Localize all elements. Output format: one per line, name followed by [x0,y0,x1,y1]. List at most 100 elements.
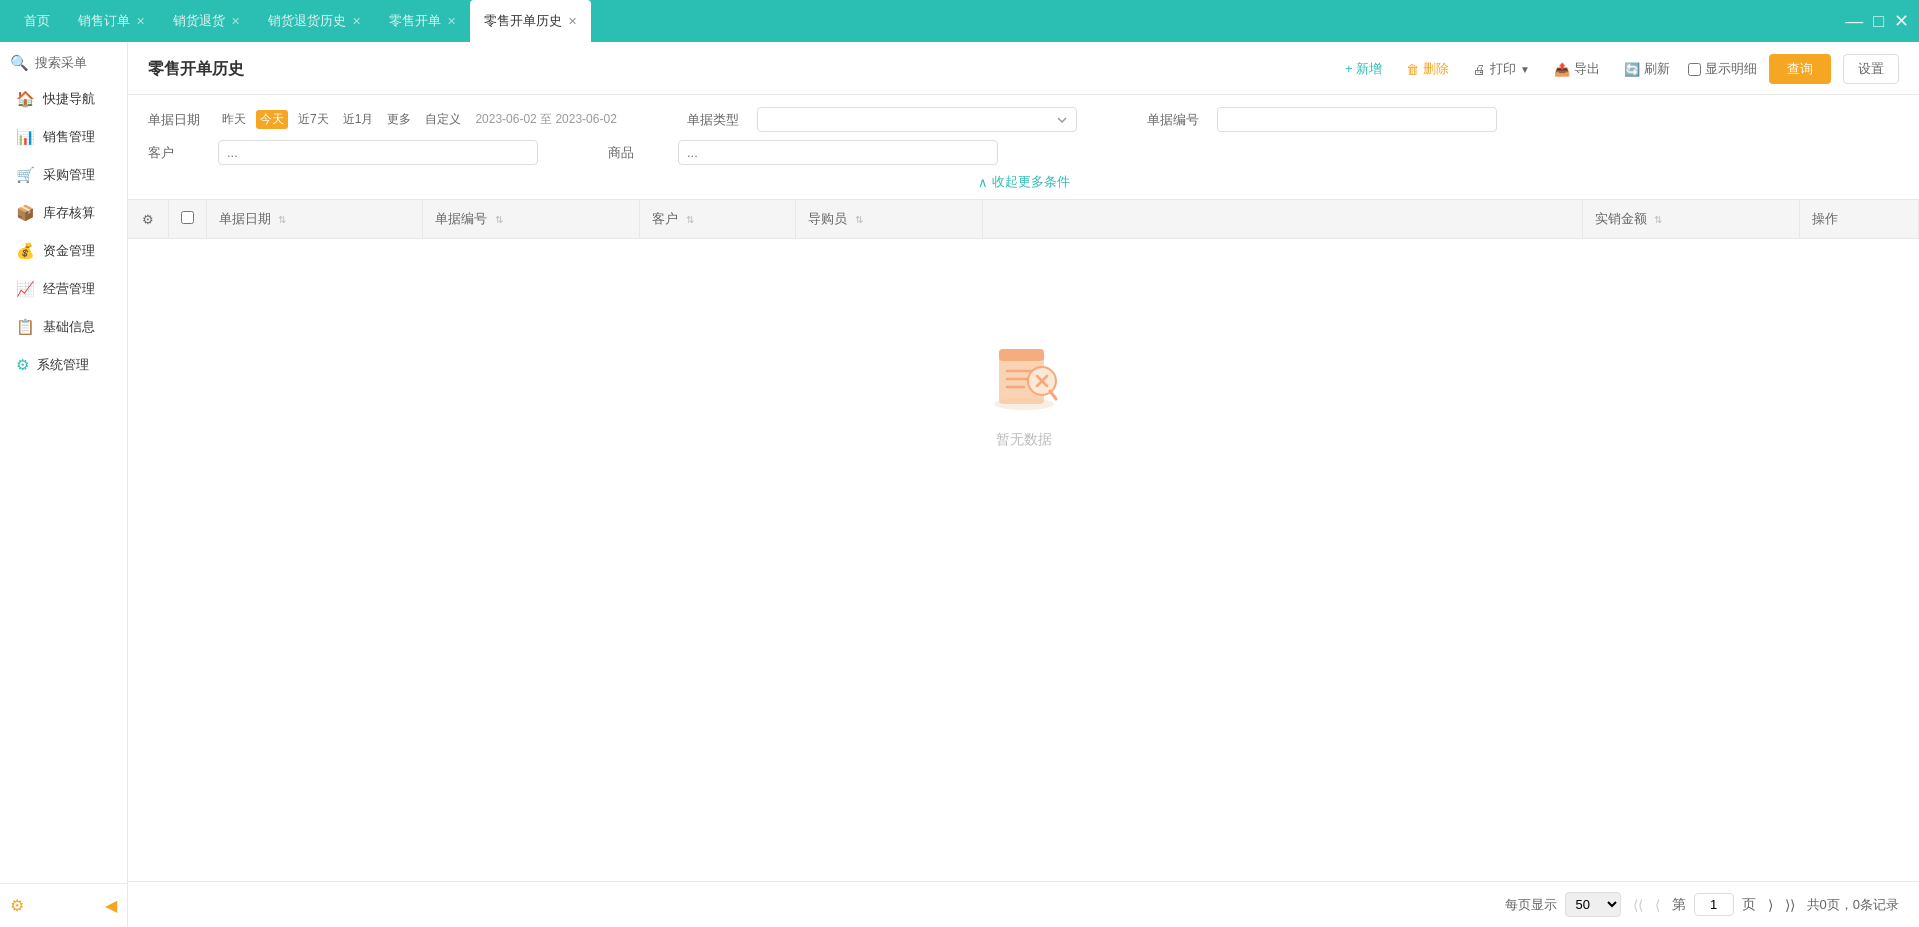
number-input[interactable] [1217,107,1497,132]
refresh-button[interactable]: 🔄 刷新 [1618,56,1676,82]
info-icon: 📋 [16,318,35,336]
export-button[interactable]: 📤 导出 [1548,56,1606,82]
page-header: 零售开单历史 + 新增 🗑 删除 🖨 打印 ▼ 📤 导出 [128,42,1919,95]
sidebar-item-basic-info[interactable]: 📋 基础信息 [0,308,127,346]
filter-area: 单据日期 昨天 今天 近7天 近1月 更多 自定义 2023-06-02 至 2… [128,95,1919,200]
th-amount: 实销金额 ⇅ [1582,200,1799,239]
settings-icon[interactable]: ⚙ [10,896,24,915]
tab-bar: 首页 销售订单 ✕ 销货退货 ✕ 销货退货历史 ✕ 零售开单 ✕ 零售开单历史 … [0,0,1919,42]
prev-page-btn[interactable]: ⟨ [1651,895,1664,915]
sidebar-item-system[interactable]: ⚙ 系统管理 [0,346,127,384]
collapse-icon[interactable]: ◀ [105,896,117,915]
sidebar-search[interactable]: 🔍 搜索采单 [0,42,127,80]
last-page-btn[interactable]: ⟩⟩ [1781,895,1799,915]
shortcut-today[interactable]: 今天 [256,110,288,129]
th-action-label: 操作 [1812,211,1838,226]
delete-icon: 🗑 [1406,62,1419,77]
operation-icon: 📈 [16,280,35,298]
sidebar-footer: ⚙ ◀ [0,883,127,927]
per-page-label: 每页显示 [1505,896,1557,914]
show-detail-toggle[interactable]: 显示明细 [1688,60,1757,78]
th-action: 操作 [1799,200,1918,239]
main-layout: 🔍 搜索采单 🏠 快捷导航 📊 销售管理 🛒 采购管理 📦 库存核算 💰 资金管… [0,42,1919,927]
minimize-btn[interactable]: — [1845,11,1863,32]
refresh-icon: 🔄 [1624,62,1640,77]
close-btn[interactable]: ✕ [1894,10,1909,32]
type-select[interactable] [757,107,1077,132]
sidebar-item-inventory[interactable]: 📦 库存核算 [0,194,127,232]
per-page-select[interactable]: 50 20 100 [1565,892,1621,917]
home-icon: 🏠 [16,90,35,108]
tab-retail-history[interactable]: 零售开单历史 ✕ [470,0,591,42]
first-page-btn[interactable]: ⟨⟨ [1629,895,1647,915]
next-page-btn[interactable]: ⟩ [1764,895,1777,915]
settings-icon[interactable]: ⚙ [142,212,154,227]
sidebar: 🔍 搜索采单 🏠 快捷导航 📊 销售管理 🛒 采购管理 📦 库存核算 💰 资金管… [0,42,128,927]
pagination: 每页显示 50 20 100 ⟨⟨ ⟨ 第 页 ⟩ ⟩⟩ 共0页，0条记录 [128,881,1919,927]
select-all-checkbox[interactable] [181,211,194,224]
show-detail-checkbox[interactable] [1688,63,1701,76]
th-date-label: 单据日期 [219,211,271,226]
delete-button[interactable]: 🗑 删除 [1400,56,1455,82]
toolbar: + 新增 🗑 删除 🖨 打印 ▼ 📤 导出 🔄 刷新 [1339,54,1899,84]
sidebar-item-purchase-mgmt[interactable]: 🛒 采购管理 [0,156,127,194]
content-area: 零售开单历史 + 新增 🗑 删除 🖨 打印 ▼ 📤 导出 [128,42,1919,927]
sidebar-item-operation[interactable]: 📈 经营管理 [0,270,127,308]
type-label: 单据类型 [687,111,747,129]
add-button[interactable]: + 新增 [1339,56,1388,82]
print-button[interactable]: 🖨 打印 ▼ [1467,56,1536,82]
close-icon[interactable]: ✕ [352,15,361,28]
th-check[interactable] [168,200,206,239]
th-number: 单据编号 ⇅ [423,200,640,239]
maximize-btn[interactable]: □ [1873,11,1884,32]
sort-icon[interactable]: ⇅ [686,214,694,225]
tab-retail-open[interactable]: 零售开单 ✕ [375,0,470,42]
collapse-button[interactable]: ∧ 收起更多条件 [148,173,1899,191]
print-dropdown-icon: ▼ [1520,64,1530,75]
close-icon[interactable]: ✕ [568,15,577,28]
close-icon[interactable]: ✕ [231,15,240,28]
th-settings[interactable]: ⚙ [128,200,168,239]
filter-row-date: 单据日期 昨天 今天 近7天 近1月 更多 自定义 2023-06-02 至 2… [148,107,1899,132]
shortcut-more[interactable]: 更多 [383,110,415,129]
th-date: 单据日期 ⇅ [206,200,423,239]
page-title: 零售开单历史 [148,59,244,80]
tab-sales-return-history[interactable]: 销货退货历史 ✕ [254,0,375,42]
goods-input[interactable] [678,140,998,165]
sidebar-item-finance[interactable]: 💰 资金管理 [0,232,127,270]
customer-input[interactable] [218,140,538,165]
query-button[interactable]: 查询 [1769,54,1831,84]
shortcut-1month[interactable]: 近1月 [339,110,378,129]
goods-label: 商品 [608,144,668,162]
shortcut-7days[interactable]: 近7天 [294,110,333,129]
sort-icon[interactable]: ⇅ [495,214,503,225]
page-input[interactable] [1694,893,1734,916]
data-table: ⚙ 单据日期 ⇅ 单据编号 ⇅ [128,200,1919,239]
set-button[interactable]: 设置 [1843,54,1899,84]
money-icon: 💰 [16,242,35,260]
sort-icon[interactable]: ⇅ [855,214,863,225]
filter-row-customer: 客户 商品 [148,140,1899,165]
pagination-info: 共0页，0条记录 [1807,896,1899,914]
sort-icon[interactable]: ⇅ [1654,214,1662,225]
empty-text: 暂无数据 [996,431,1052,449]
date-shortcuts: 昨天 今天 近7天 近1月 更多 自定义 [218,110,465,129]
sidebar-item-quick-nav[interactable]: 🏠 快捷导航 [0,80,127,118]
close-icon[interactable]: ✕ [447,15,456,28]
sort-icon[interactable]: ⇅ [278,214,286,225]
svg-line-9 [1050,391,1056,399]
sidebar-item-sales-mgmt[interactable]: 📊 销售管理 [0,118,127,156]
gear-icon: ⚙ [16,356,29,374]
shortcut-custom[interactable]: 自定义 [421,110,465,129]
table-header-row: ⚙ 单据日期 ⇅ 单据编号 ⇅ [128,200,1919,239]
empty-state: 暂无数据 [128,239,1919,529]
shortcut-yesterday[interactable]: 昨天 [218,110,250,129]
svg-rect-2 [999,349,1044,361]
tab-sales-order[interactable]: 销售订单 ✕ [64,0,159,42]
tab-home[interactable]: 首页 [10,0,64,42]
date-label: 单据日期 [148,111,208,129]
th-salesperson-label: 导购员 [808,211,847,226]
th-amount-label: 实销金额 [1595,211,1647,226]
tab-sales-return[interactable]: 销货退货 ✕ [159,0,254,42]
close-icon[interactable]: ✕ [136,15,145,28]
